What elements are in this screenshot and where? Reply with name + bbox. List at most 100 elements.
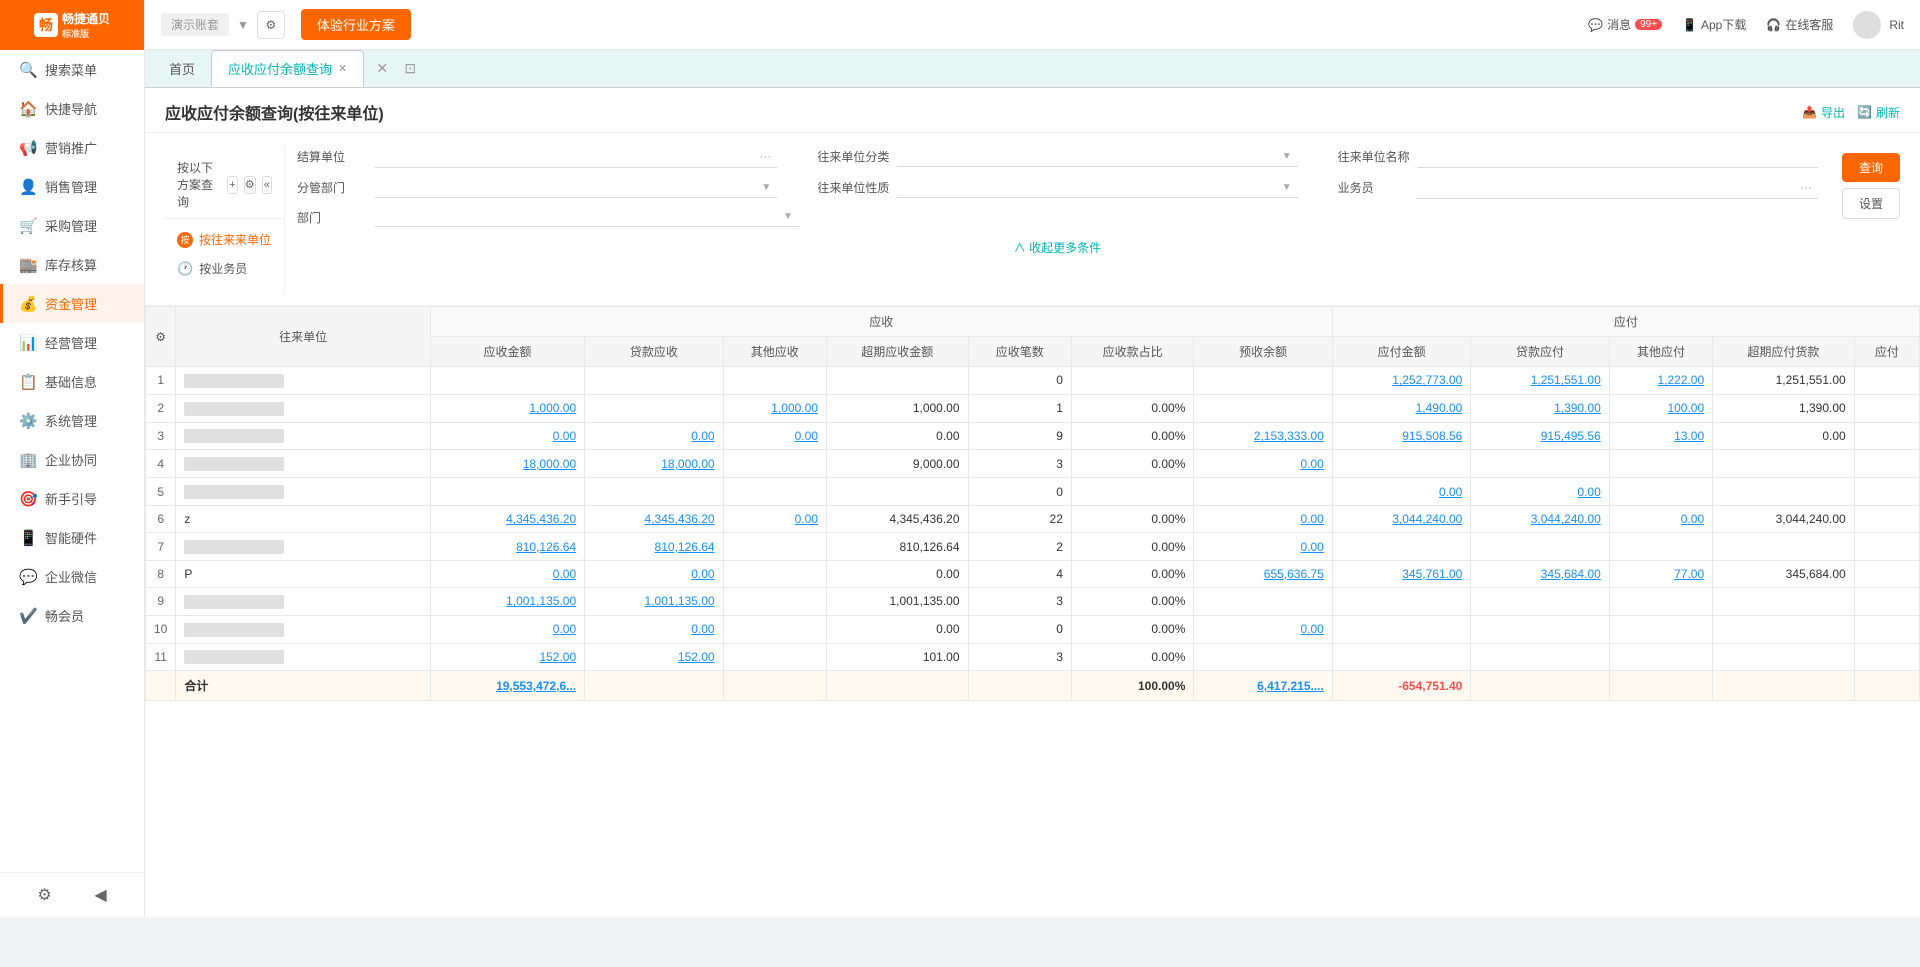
settlement-unit-label: 结算单位 (297, 148, 367, 165)
footer-pay-amount: -654,751.40 (1332, 671, 1470, 701)
sidebar-label-search: 搜索菜单 (45, 60, 97, 79)
sidebar-item-sales[interactable]: 👤 销售管理 (0, 167, 144, 206)
tab-home[interactable]: 首页 (153, 51, 211, 86)
company-dropdown-arrow[interactable]: ▼ (237, 18, 249, 32)
table-group-payable: 应付 (1332, 307, 1919, 337)
sidebar-label-system: 系统管理 (45, 411, 97, 430)
sidebar-label-quicknav: 快捷导航 (45, 99, 97, 118)
sidebar-item-finance[interactable]: 💰 资金管理 (0, 284, 144, 323)
query-buttons: 查询 设置 (1842, 145, 1900, 293)
trial-button[interactable]: 体验行业方案 (301, 9, 411, 40)
sidebar-item-enterprise[interactable]: 🏢 企业协同 (0, 440, 144, 479)
filter-partner-nature: 往来单位性质 ▼ (817, 178, 1297, 198)
table-settings-col[interactable]: ⚙ (146, 307, 176, 367)
query-button[interactable]: 查询 (1842, 153, 1900, 182)
partner-cell (176, 367, 430, 395)
page-header: 应收应付余额查询(按往来单位) 📤 导出 🔄 刷新 (145, 88, 1920, 133)
scheme-settings-button[interactable]: ⚙ (244, 176, 256, 194)
add-scheme-button[interactable]: + (227, 176, 237, 194)
th-pay-tail: 应付 (1854, 337, 1919, 367)
settings-gear-button[interactable]: ⚙ (257, 11, 285, 39)
filter-scheme-salesperson[interactable]: 🕐 按业务员 (165, 254, 284, 283)
branch-dept-input[interactable]: ▼ (375, 178, 777, 198)
sidebar-collapse-btn[interactable]: ◀ (94, 885, 106, 905)
tab-bar: 首页 应收应付余额查询 ✕ ✕ ⊡ (145, 50, 1920, 88)
search-icon: 🔍 (19, 61, 37, 79)
win-close-button[interactable]: ✕ (372, 59, 392, 79)
header-actions: 📤 导出 🔄 刷新 (1802, 104, 1900, 121)
orange-scheme-icon: 按 (177, 232, 193, 248)
collapse-button[interactable]: ∧ 收起更多条件 (297, 235, 1818, 260)
sidebar-item-smart-hw[interactable]: 📱 智能硬件 (0, 518, 144, 557)
user-info[interactable]: Rit (1853, 11, 1904, 39)
export-button[interactable]: 📤 导出 (1802, 104, 1845, 121)
footer-rec-prepay[interactable]: 6,417,215.... (1194, 671, 1332, 701)
newbie-icon: 🎯 (19, 490, 37, 508)
sidebar-item-wechat[interactable]: 💬 企业微信 (0, 557, 144, 596)
sidebar-item-member[interactable]: ✔️ 畅会员 (0, 596, 144, 635)
main-content: 首页 应收应付余额查询 ✕ ✕ ⊡ 应收应付余额查询(按往来单位) 📤 导出 🔄… (145, 50, 1920, 917)
sidebar-label-inventory: 库存核算 (45, 255, 97, 274)
tab-receivable-query[interactable]: 应收应付余额查询 ✕ (211, 50, 364, 87)
sidebar-item-basic[interactable]: 📋 基础信息 (0, 362, 144, 401)
app-download-button[interactable]: 📱 App下载 (1682, 16, 1746, 33)
refresh-button[interactable]: 🔄 刷新 (1857, 104, 1900, 121)
sidebar-item-search-menu[interactable]: 🔍 搜索菜单 (0, 50, 144, 89)
table-area: ⚙ 往来单位 应收 应付 应收金额 贷款应收 其他应收 超期应收金额 应收笔数 … (145, 306, 1920, 917)
logo-sub: 标准版 (62, 27, 110, 40)
online-service-button[interactable]: 🎧 在线客服 (1766, 16, 1833, 33)
table-row: 500.000.00 (146, 478, 1920, 506)
partner-name-input[interactable] (1418, 145, 1818, 168)
export-icon: 📤 (1802, 105, 1817, 119)
win-maximize-button[interactable]: ⊡ (400, 59, 420, 79)
sidebar-label-purchase: 采购管理 (45, 216, 97, 235)
sidebar-item-quick-nav[interactable]: 🏠 快捷导航 (0, 89, 144, 128)
footer-rec-ratio: 100.00% (1071, 671, 1193, 701)
sidebar-label-basic: 基础信息 (45, 372, 97, 391)
sidebar-settings-btn[interactable]: ⚙ (37, 885, 51, 905)
scheme-salesperson-label: 按业务员 (199, 260, 247, 277)
filter-scheme-partner[interactable]: 按 按往来来单位 (165, 225, 284, 254)
salesperson-label: 业务员 (1338, 179, 1408, 196)
smarthw-icon: 📱 (19, 529, 37, 547)
th-rec-other: 其他应收 (723, 337, 826, 367)
th-rec-count: 应收笔数 (968, 337, 1071, 367)
sidebar-item-operations[interactable]: 📊 经营管理 (0, 323, 144, 362)
operations-icon: 📊 (19, 334, 37, 352)
refresh-label: 刷新 (1876, 104, 1900, 121)
filter-partner-category: 往来单位分类 ▼ (817, 147, 1297, 167)
data-table: ⚙ 往来单位 应收 应付 应收金额 贷款应收 其他应收 超期应收金额 应收笔数 … (145, 306, 1920, 701)
filter-branch-dept: 分管部门 ▼ (297, 178, 777, 198)
th-rec-loan: 贷款应收 (585, 337, 723, 367)
sidebar-label-member: 畅会员 (45, 606, 84, 625)
footer-rec-amount[interactable]: 19,553,472,6... (430, 671, 584, 701)
purchase-icon: 🛒 (19, 217, 37, 235)
page-title: 应收应付余额查询(按往来单位) (165, 100, 384, 124)
partner-nature-input[interactable]: ▼ (897, 178, 1297, 198)
sidebar-item-marketing[interactable]: 📢 营销推广 (0, 128, 144, 167)
department-input[interactable]: ▼ (375, 207, 799, 227)
right-actions: 💬 消息 99+ 📱 App下载 🎧 在线客服 Rit (1588, 11, 1904, 39)
sidebar-item-system[interactable]: ⚙️ 系统管理 (0, 401, 144, 440)
partner-nature-label: 往来单位性质 (817, 179, 889, 196)
user-name: Rit (1889, 18, 1904, 32)
app-download-label: App下载 (1701, 16, 1746, 33)
settlement-unit-input[interactable]: ··· (375, 145, 777, 168)
salesperson-input[interactable]: ··· (1416, 176, 1818, 199)
sidebar-label-finance: 资金管理 (45, 294, 97, 313)
messages-button[interactable]: 💬 消息 99+ (1588, 16, 1662, 33)
sidebar-label-operations: 经营管理 (45, 333, 97, 352)
sidebar-item-newbie[interactable]: 🎯 新手引导 (0, 479, 144, 518)
table-footer-row: 合计 19,553,472,6... 100.00% 6,417,215....… (146, 671, 1920, 701)
partner-category-input[interactable]: ▼ (897, 147, 1297, 167)
th-pay-loan: 贷款应付 (1471, 337, 1609, 367)
sidebar-item-inventory[interactable]: 🏬 库存核算 (0, 245, 144, 284)
scheme-collapse-button[interactable]: « (262, 176, 272, 194)
th-rec-prepay: 预收余额 (1194, 337, 1332, 367)
set-button[interactable]: 设置 (1842, 188, 1900, 219)
sidebar-item-purchase[interactable]: 🛒 采购管理 (0, 206, 144, 245)
footer-pay-loan (1471, 671, 1609, 701)
sidebar-logo: 畅 畅捷通贝 标准版 (0, 0, 144, 50)
tab-close-button[interactable]: ✕ (338, 62, 347, 75)
footer-pay-tail (1854, 671, 1919, 701)
